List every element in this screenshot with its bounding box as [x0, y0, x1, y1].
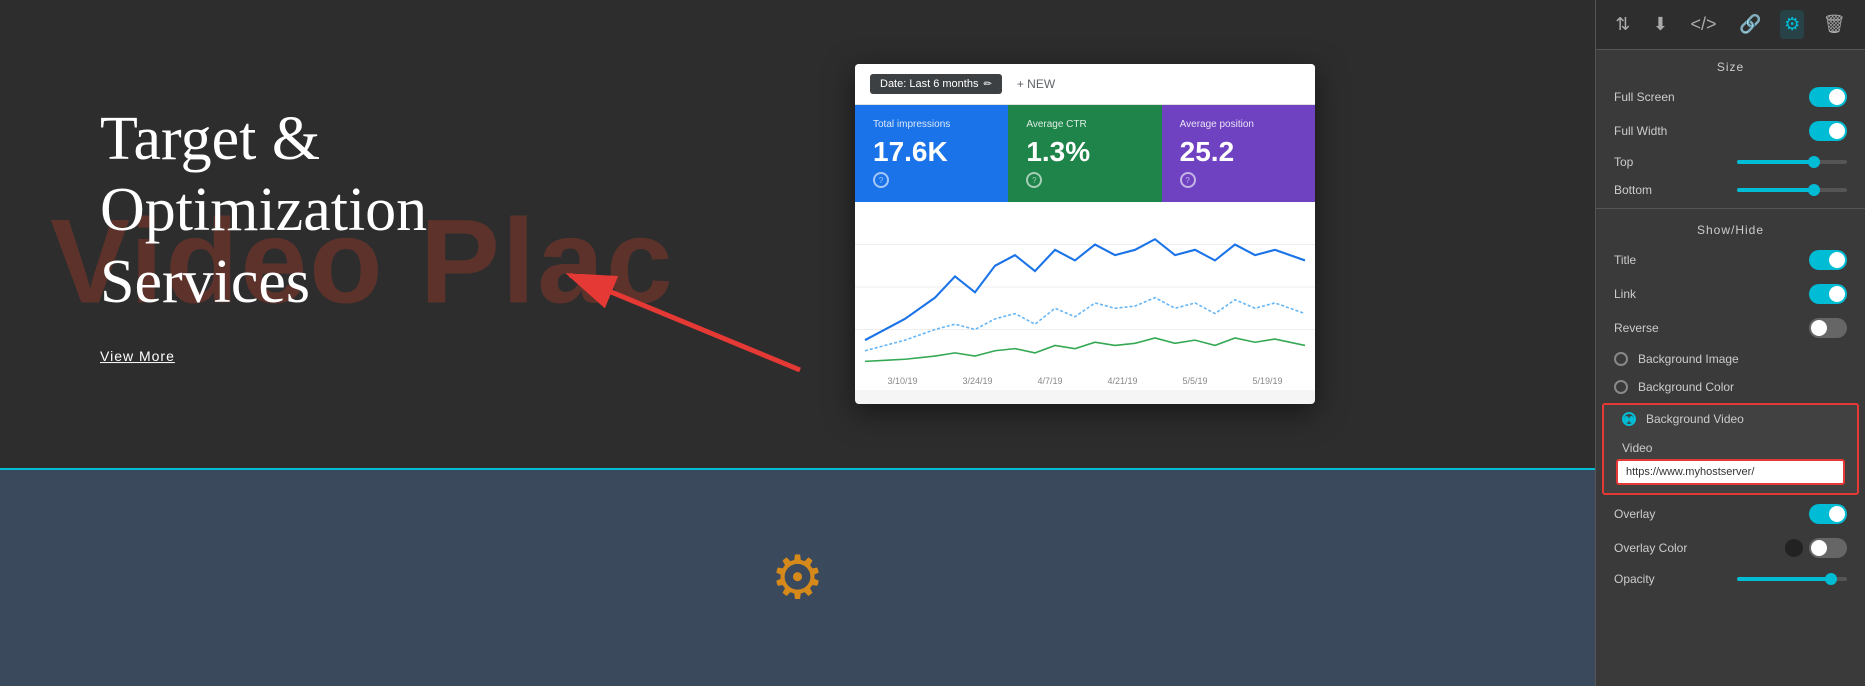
- metric-position-label: Average position: [1180, 119, 1297, 130]
- overlay-toggle[interactable]: [1809, 504, 1847, 524]
- bottom-slider[interactable]: [1737, 188, 1847, 192]
- code-icon[interactable]: </>: [1687, 10, 1721, 39]
- main-title: Target & Optimization Services: [100, 104, 427, 318]
- title-toggle[interactable]: [1809, 250, 1847, 270]
- metric-impressions-value: 17.6K: [873, 136, 990, 168]
- show-hide-section-title: Show/Hide: [1596, 213, 1865, 243]
- top-slider[interactable]: [1737, 160, 1847, 164]
- full-screen-label: Full Screen: [1614, 90, 1675, 104]
- opacity-slider[interactable]: [1737, 577, 1847, 581]
- chart-label-5: 5/5/19: [1182, 376, 1207, 386]
- chart-label-1: 3/10/19: [887, 376, 917, 386]
- metric-impressions: Total impressions 17.6K ?: [855, 105, 1008, 202]
- chart-label-3: 4/7/19: [1037, 376, 1062, 386]
- full-screen-row: Full Screen: [1596, 80, 1865, 114]
- background-video-row[interactable]: Background Video: [1604, 405, 1857, 433]
- metric-ctr: Average CTR 1.3% ?: [1008, 105, 1161, 202]
- bottom-row: Bottom: [1596, 176, 1865, 204]
- opacity-row: Opacity: [1596, 565, 1865, 593]
- chart-area: [855, 202, 1315, 372]
- background-color-radio[interactable]: [1614, 380, 1628, 394]
- full-width-label: Full Width: [1614, 124, 1667, 138]
- background-image-label: Background Image: [1638, 352, 1739, 366]
- metric-position-value: 25.2: [1180, 136, 1297, 168]
- background-video-label: Background Video: [1646, 412, 1744, 426]
- content-block: Target & Optimization Services View More: [100, 104, 427, 364]
- overlay-color-label: Overlay Color: [1614, 541, 1687, 555]
- new-button[interactable]: + NEW: [1017, 77, 1055, 91]
- info-icon-2: ?: [1026, 172, 1042, 188]
- link-toggle-label: Link: [1614, 287, 1636, 301]
- video-section: Video: [1604, 433, 1857, 493]
- overlay-label: Overlay: [1614, 507, 1655, 521]
- full-width-toggle[interactable]: [1809, 121, 1847, 141]
- canvas-area: Video Plac Target & Optimization Service…: [0, 0, 1595, 686]
- background-color-row[interactable]: Background Color: [1596, 373, 1865, 401]
- settings-icon[interactable]: ⚙: [1780, 10, 1804, 39]
- link-icon[interactable]: 🔗: [1735, 10, 1765, 39]
- toolbar: ⇅ ⬇ </> 🔗 ⚙ 🗑: [1596, 0, 1865, 50]
- pencil-icon: ✏: [983, 79, 991, 90]
- overlay-color-toggle[interactable]: [1809, 538, 1847, 558]
- background-image-radio[interactable]: [1614, 352, 1628, 366]
- bottom-section: ⚙: [0, 470, 1595, 686]
- metric-position: Average position 25.2 ?: [1162, 105, 1315, 202]
- link-row: Link: [1596, 277, 1865, 311]
- background-color-label: Background Color: [1638, 380, 1734, 394]
- view-more-link[interactable]: View More: [100, 348, 427, 364]
- background-video-radio[interactable]: [1622, 412, 1636, 426]
- video-url-input[interactable]: [1616, 459, 1845, 485]
- analytics-card: Date: Last 6 months ✏ + NEW Total impres…: [855, 64, 1315, 404]
- overlay-color-row: Overlay Color: [1596, 531, 1865, 565]
- date-badge: Date: Last 6 months ✏: [870, 74, 1002, 94]
- top-row: Top: [1596, 148, 1865, 176]
- chart-labels: 3/10/19 3/24/19 4/7/19 4/21/19 5/5/19 5/…: [855, 372, 1315, 390]
- opacity-label: Opacity: [1614, 572, 1655, 586]
- reverse-row: Reverse: [1596, 311, 1865, 345]
- dark-section: Video Plac Target & Optimization Service…: [0, 0, 1595, 470]
- analytics-metrics: Total impressions 17.6K ? Average CTR 1.…: [855, 105, 1315, 202]
- bottom-label: Bottom: [1614, 183, 1652, 197]
- chart-label-4: 4/21/19: [1107, 376, 1137, 386]
- reverse-label: Reverse: [1614, 321, 1659, 335]
- metric-ctr-label: Average CTR: [1026, 119, 1143, 130]
- overlay-row: Overlay: [1596, 497, 1865, 531]
- full-screen-toggle[interactable]: [1809, 87, 1847, 107]
- title-row: Title: [1596, 243, 1865, 277]
- sort-icon[interactable]: ⇅: [1611, 10, 1634, 39]
- analytics-header: Date: Last 6 months ✏ + NEW: [855, 64, 1315, 105]
- download-icon[interactable]: ⬇: [1649, 10, 1672, 39]
- background-video-highlighted: Background Video Video: [1602, 403, 1859, 495]
- chart-label-2: 3/24/19: [962, 376, 992, 386]
- background-image-row[interactable]: Background Image: [1596, 345, 1865, 373]
- title-toggle-label: Title: [1614, 253, 1636, 267]
- video-field-label: Video: [1616, 437, 1845, 459]
- delete-icon[interactable]: 🗑: [1819, 10, 1850, 39]
- top-label: Top: [1614, 155, 1633, 169]
- right-panel: ⇅ ⬇ </> 🔗 ⚙ 🗑 Size Full Screen Full Widt…: [1595, 0, 1865, 686]
- size-section-title: Size: [1596, 50, 1865, 80]
- metric-impressions-label: Total impressions: [873, 119, 990, 130]
- info-icon-1: ?: [873, 172, 889, 188]
- chart-label-6: 5/19/19: [1252, 376, 1282, 386]
- full-width-row: Full Width: [1596, 114, 1865, 148]
- info-icon-3: ?: [1180, 172, 1196, 188]
- reverse-toggle[interactable]: [1809, 318, 1847, 338]
- gear-icon-bottom: ⚙: [771, 543, 825, 613]
- link-toggle[interactable]: [1809, 284, 1847, 304]
- overlay-color-dot[interactable]: [1785, 539, 1803, 557]
- metric-ctr-value: 1.3%: [1026, 136, 1143, 168]
